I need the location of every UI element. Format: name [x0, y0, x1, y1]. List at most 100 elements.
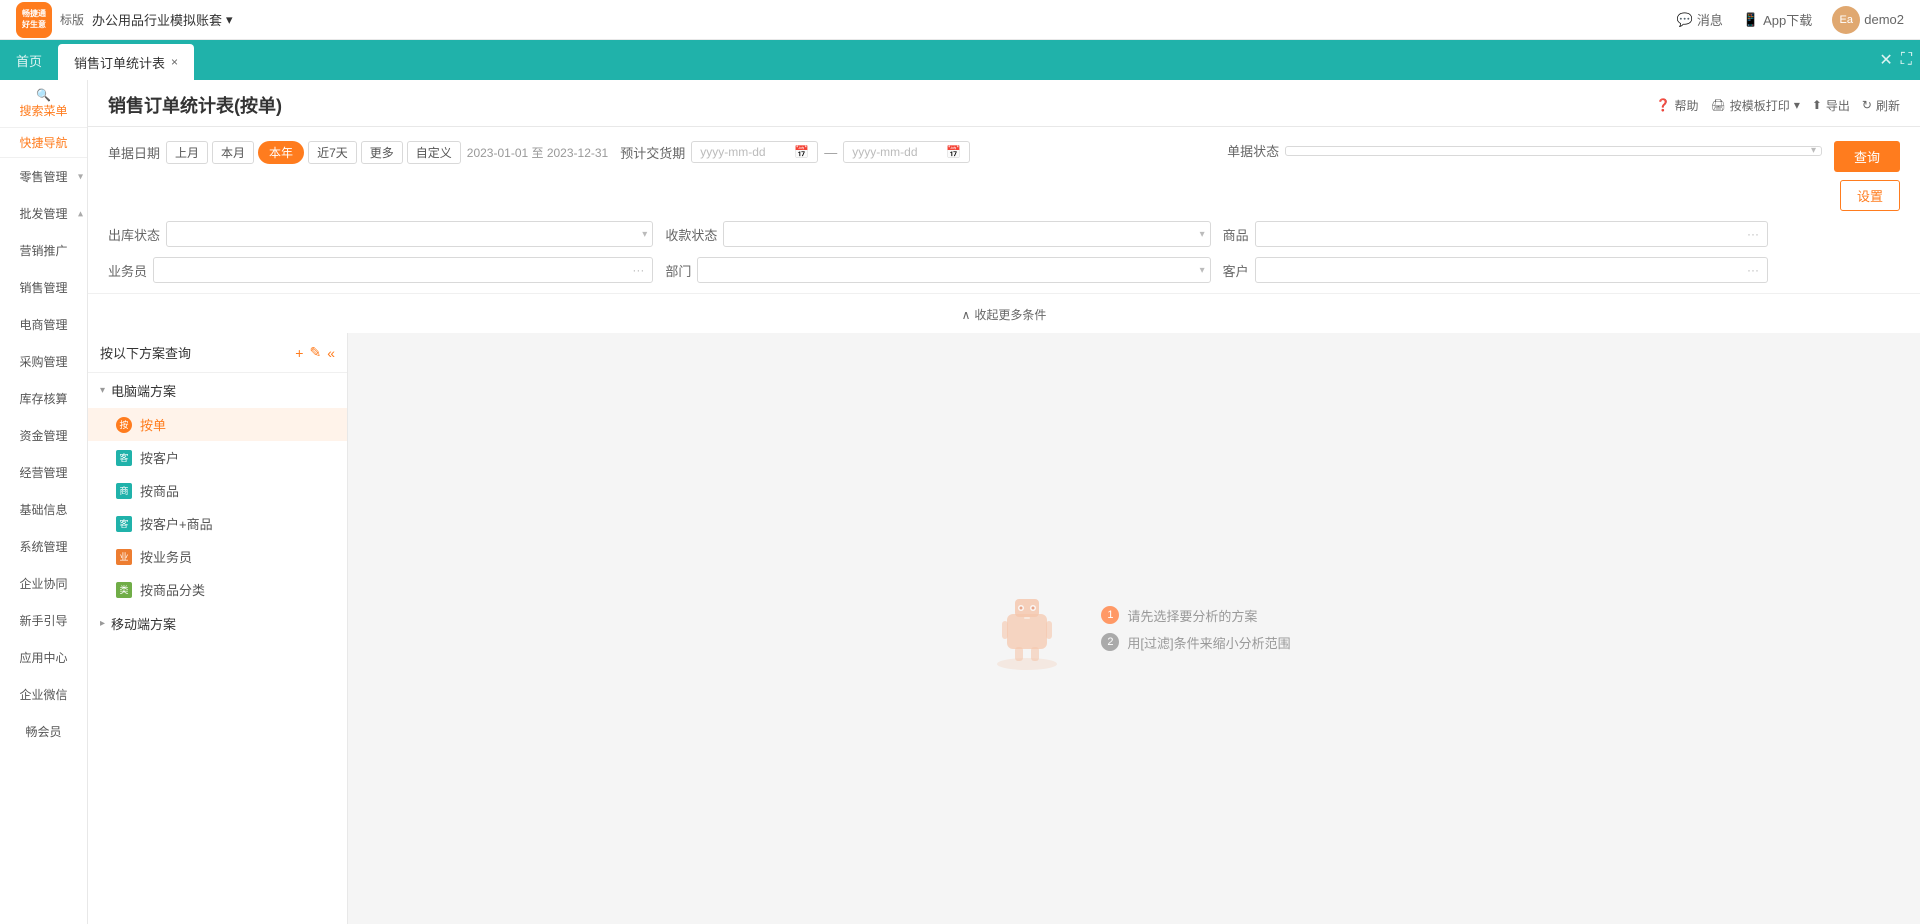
date-range-display: 2023-01-01 至 2023-12-31	[467, 144, 608, 161]
hint-num-1: 1	[1101, 606, 1119, 624]
scheme-group-mobile-header[interactable]: ▸ 移动端方案	[88, 606, 347, 641]
sidebar-item-ecommerce[interactable]: 电商管理	[0, 306, 87, 343]
scheme-item-by-customer-goods[interactable]: 客 按客户+商品	[88, 507, 347, 540]
sales-rep-dots[interactable]: ···	[632, 263, 644, 277]
date-btn-this-year[interactable]: 本年	[258, 141, 304, 164]
sidebar-item-wechat[interactable]: 企业微信	[0, 676, 87, 713]
sidebar-item-enterprise[interactable]: 企业协同	[0, 565, 87, 602]
app-selector[interactable]: 办公用品行业模拟账套 ▾	[92, 10, 233, 29]
scheme-item-by-order[interactable]: 按 按单	[88, 408, 347, 441]
action-buttons: 查询 设置	[1834, 141, 1900, 211]
query-button[interactable]: 查询	[1834, 141, 1900, 172]
sidebar-item-wholesale[interactable]: 批发管理 ▴	[0, 195, 87, 232]
scheme-icon-circle: 按	[116, 417, 132, 433]
sidebar-item-label: 库存核算	[19, 390, 67, 407]
collapse-icon: ∧	[962, 308, 971, 322]
sidebar-search-label: 搜索菜单	[12, 102, 75, 119]
sidebar-item-label: 基础信息	[19, 501, 67, 518]
tab-close-icon[interactable]: ×	[171, 55, 178, 69]
help-button[interactable]: ❓ 帮助	[1656, 97, 1699, 114]
export-icon: ⬆	[1812, 98, 1822, 112]
tab-bar-actions: ✕ ⛶	[1879, 50, 1920, 70]
top-bar: 畅捷通好生意 标版 办公用品行业模拟账套 ▾ 💬 消息 📱 App下载 Ea d…	[0, 0, 1920, 40]
top-bar-right: 💬 消息 📱 App下载 Ea demo2	[1677, 6, 1904, 34]
scheme-panel: 按以下方案查询 + ✎ « ▾ 电脑端方案 按 按单	[88, 333, 348, 924]
avatar: Ea	[1832, 6, 1860, 34]
predicted-date-label: 预计交货期	[620, 143, 685, 162]
sidebar-item-inventory[interactable]: 库存核算	[0, 380, 87, 417]
dept-select[interactable]	[697, 257, 1210, 283]
refresh-button[interactable]: ↻ 刷新	[1862, 97, 1900, 114]
date-btn-last-7-days[interactable]: 近7天	[308, 141, 357, 164]
tab-sales-order-stats[interactable]: 销售订单统计表 ×	[58, 44, 194, 80]
calendar-icon: 📅	[794, 145, 809, 159]
app-download-button[interactable]: 📱 App下载	[1743, 10, 1812, 29]
workspace: 按以下方案查询 + ✎ « ▾ 电脑端方案 按 按单	[88, 333, 1920, 924]
scheme-item-by-goods-category[interactable]: 类 按商品分类	[88, 573, 347, 606]
sidebar-item-label: 资金管理	[19, 427, 67, 444]
export-button[interactable]: ⬆ 导出	[1812, 97, 1850, 114]
hint-text-1: 请先选择要分析的方案	[1127, 606, 1257, 625]
window-close-icon[interactable]: ✕	[1879, 50, 1892, 70]
date-btn-custom[interactable]: 自定义	[407, 141, 461, 164]
sidebar-quicknav-label: 快捷导航	[19, 136, 67, 150]
window-maximize-icon[interactable]: ⛶	[1901, 51, 1912, 69]
hint-item-2: 2 用[过滤]条件来缩小分析范围	[1101, 633, 1290, 652]
scheme-icon-goods: 商	[116, 483, 132, 499]
scheme-icon-category: 类	[116, 582, 132, 598]
sidebar-item-purchase[interactable]: 采购管理	[0, 343, 87, 380]
scheme-item-by-sales-rep[interactable]: 业 按业务员	[88, 540, 347, 573]
customer-dots[interactable]: ···	[1747, 263, 1759, 277]
sidebar-item-label: 企业微信	[19, 686, 67, 703]
sidebar-item-appstore[interactable]: 应用中心	[0, 639, 87, 676]
sidebar-search[interactable]: 🔍 搜索菜单	[0, 80, 87, 128]
sidebar-item-retail[interactable]: 零售管理 ▾	[0, 158, 87, 195]
scheme-group-pc-header[interactable]: ▾ 电脑端方案	[88, 373, 347, 408]
scheme-item-by-customer[interactable]: 客 按客户	[88, 441, 347, 474]
sidebar-item-label: 批发管理	[19, 205, 67, 222]
page-header: 销售订单统计表(按单) ❓ 帮助 🖨 按模板打印 ▾ ⬆ 导出 ↻ 刷新	[88, 80, 1920, 127]
scheme-item-by-goods[interactable]: 商 按商品	[88, 474, 347, 507]
predicted-date-end-input[interactable]	[852, 145, 942, 159]
user-menu[interactable]: Ea demo2	[1832, 6, 1904, 34]
sidebar-item-finance[interactable]: 资金管理	[0, 417, 87, 454]
sidebar-item-sales[interactable]: 销售管理	[0, 269, 87, 306]
date-btn-more[interactable]: 更多	[361, 141, 403, 164]
tab-home[interactable]: 首页	[0, 40, 58, 80]
add-scheme-icon[interactable]: +	[295, 345, 303, 361]
edit-scheme-icon[interactable]: ✎	[309, 344, 321, 361]
sidebar-item-marketing[interactable]: 营销推广	[0, 232, 87, 269]
sidebar-item-member[interactable]: 畅会员	[0, 713, 87, 750]
ship-status-select[interactable]	[166, 221, 653, 247]
scheme-panel-actions: + ✎ «	[295, 344, 335, 361]
page-title: 销售订单统计表(按单)	[108, 92, 282, 118]
sidebar-item-newuser[interactable]: 新手引导	[0, 602, 87, 639]
content-area: 销售订单统计表(按单) ❓ 帮助 🖨 按模板打印 ▾ ⬆ 导出 ↻ 刷新	[88, 80, 1920, 924]
goods-label: 商品	[1223, 225, 1249, 244]
sidebar-item-operation[interactable]: 经营管理	[0, 454, 87, 491]
empty-illustration	[977, 579, 1077, 679]
collapse-filter-button[interactable]: ∧ 收起更多条件	[108, 306, 1900, 323]
settings-button[interactable]: 设置	[1840, 180, 1900, 211]
date-btn-last-month[interactable]: 上月	[166, 141, 208, 164]
collapse-scheme-icon[interactable]: «	[327, 345, 335, 361]
date-btn-this-month[interactable]: 本月	[212, 141, 254, 164]
sidebar-item-basic[interactable]: 基础信息	[0, 491, 87, 528]
main-layout: 🔍 搜索菜单 快捷导航 零售管理 ▾ 批发管理 ▴ 营销推广 销售管理 电商管理…	[0, 80, 1920, 924]
sidebar-quicknav[interactable]: 快捷导航	[0, 128, 87, 158]
scheme-group-pc-label: 电脑端方案	[111, 381, 176, 400]
empty-state: 1 请先选择要分析的方案 2 用[过滤]条件来缩小分析范围	[977, 579, 1290, 679]
goods-dots[interactable]: ···	[1747, 227, 1759, 241]
payment-status-select[interactable]	[723, 221, 1210, 247]
customer-label: 客户	[1223, 261, 1249, 280]
search-icon: 🔍	[36, 88, 51, 102]
sidebar-item-system[interactable]: 系统管理	[0, 528, 87, 565]
template-print-button[interactable]: 🖨 按模板打印 ▾	[1711, 97, 1800, 114]
message-button[interactable]: 💬 消息	[1677, 10, 1723, 29]
hint-item-1: 1 请先选择要分析的方案	[1101, 606, 1257, 625]
chevron-right-icon: ▴	[78, 208, 83, 219]
date-separator: —	[824, 145, 837, 160]
calendar-icon-2: 📅	[946, 145, 961, 159]
predicted-date-start-input[interactable]	[700, 145, 790, 159]
doc-status-select[interactable]	[1285, 146, 1822, 156]
